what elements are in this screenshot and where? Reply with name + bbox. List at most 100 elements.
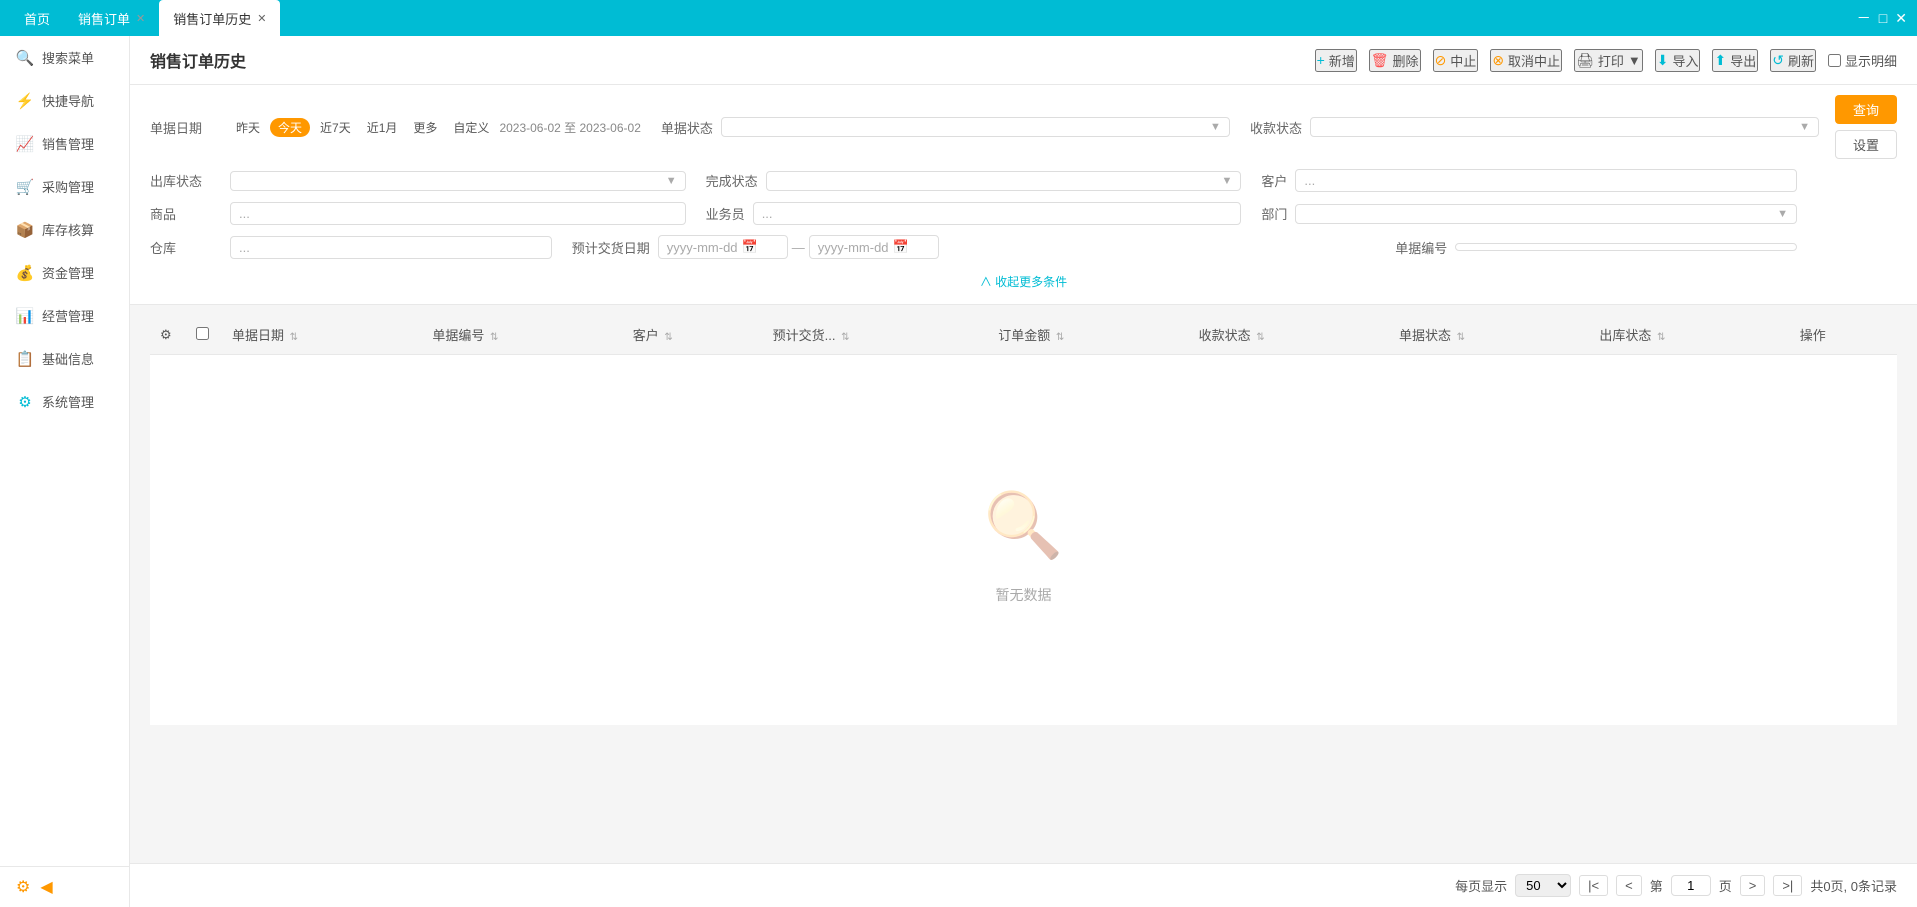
sidebar-label-basic-info: 基础信息 — [42, 349, 94, 368]
import-icon: ⬇ — [1657, 52, 1669, 69]
last7-btn[interactable]: 近7天 — [314, 118, 357, 137]
th-operation: 操作 — [1790, 315, 1897, 355]
page-size-select[interactable]: 50 20 100 — [1515, 874, 1571, 897]
th-out-status[interactable]: 出库状态 ⇅ — [1589, 315, 1789, 355]
tab-home[interactable]: 首页 — [10, 0, 64, 36]
sidebar-collapse-icon[interactable]: ◀ — [40, 877, 52, 897]
empty-text: 暂无数据 — [996, 585, 1052, 605]
out-status-select[interactable]: ▼ — [230, 171, 686, 191]
sidebar-settings-icon[interactable]: ⚙ — [16, 877, 30, 897]
page-number-input[interactable] — [1671, 875, 1711, 896]
add-icon: + — [1317, 52, 1325, 68]
th-settings[interactable]: ⚙ — [150, 315, 186, 355]
display-toggle[interactable]: 显示明细 — [1828, 51, 1897, 70]
th-voucher-status[interactable]: 单据状态 ⇅ — [1389, 315, 1589, 355]
receipt-status-select[interactable]: ▼ — [1310, 117, 1819, 137]
tab-sales-order-close[interactable]: ✕ — [136, 12, 145, 25]
display-checkbox[interactable] — [1828, 54, 1841, 67]
first-page-btn[interactable]: |< — [1579, 875, 1608, 896]
sidebar-item-finance[interactable]: 💰 资金管理 — [0, 251, 129, 294]
department-select[interactable]: ▼ — [1295, 204, 1797, 224]
warehouse-select[interactable]: ... — [230, 236, 552, 259]
filter-row-1: 单据日期 昨天 今天 近7天 近1月 更多 自定义 2023-06-02 至 2… — [150, 95, 1897, 159]
complete-status-arrow: ▼ — [1221, 175, 1232, 187]
export-button[interactable]: ⬆ 导出 — [1712, 49, 1758, 72]
add-label: 新增 — [1329, 51, 1355, 70]
sidebar-label-system-mgmt: 系统管理 — [42, 392, 94, 411]
sidebar-item-quick-nav[interactable]: ⚡ 快捷导航 — [0, 79, 129, 122]
sidebar-item-basic-info[interactable]: 📋 基础信息 — [0, 337, 129, 380]
page-label: 页 — [1719, 876, 1732, 895]
quick-nav-icon: ⚡ — [16, 92, 34, 110]
empty-state: 暂无数据 — [150, 415, 1897, 665]
cancel-stop-button[interactable]: ⊗ 取消中止 — [1490, 49, 1562, 72]
complete-status-select[interactable]: ▼ — [766, 171, 1242, 191]
next-page-btn[interactable]: > — [1740, 875, 1766, 896]
department-arrow: ▼ — [1777, 208, 1788, 220]
basic-info-icon: 📋 — [16, 350, 34, 368]
th-date[interactable]: 单据日期 ⇅ — [222, 315, 422, 355]
sort-out-icon: ⇅ — [1657, 332, 1665, 343]
sidebar-item-purchase-mgmt[interactable]: 🛒 采购管理 — [0, 165, 129, 208]
sidebar-item-operations[interactable]: 📊 经营管理 — [0, 294, 129, 337]
th-order-amount[interactable]: 订单金额 ⇅ — [988, 315, 1188, 355]
finance-icon: 💰 — [16, 264, 34, 282]
stop-button[interactable]: ⊘ 中止 — [1433, 49, 1479, 72]
export-icon: ⬆ — [1714, 52, 1726, 69]
salesperson-label: 业务员 — [706, 204, 745, 223]
date-shortcuts: 昨天 今天 近7天 近1月 更多 自定义 — [230, 118, 495, 137]
expected-date-label: 预计交货日期 — [572, 238, 650, 257]
goods-select[interactable]: ... — [230, 202, 686, 225]
query-button[interactable]: 查询 — [1835, 95, 1897, 124]
import-button[interactable]: ⬇ 导入 — [1655, 49, 1701, 72]
salesperson-select[interactable]: ... — [753, 202, 1242, 225]
last-month-btn[interactable]: 近1月 — [361, 118, 404, 137]
maximize-btn[interactable]: □ — [1879, 10, 1887, 26]
select-all-checkbox[interactable] — [196, 327, 209, 340]
collapse-bar[interactable]: ∧ 收起更多条件 — [150, 269, 1897, 294]
close-btn[interactable]: ✕ — [1895, 10, 1907, 27]
pagination: 每页显示 50 20 100 |< < 第 页 > >| 共0页, 0条记录 — [130, 863, 1917, 907]
more-btn[interactable]: 更多 — [407, 118, 443, 137]
th-expected-date-label: 预计交货... — [773, 328, 836, 343]
th-customer[interactable]: 客户 ⇅ — [623, 315, 763, 355]
date-range-display: 2023-06-02 至 2023-06-02 — [499, 119, 640, 136]
settings-button[interactable]: 设置 — [1835, 130, 1897, 159]
purchase-mgmt-icon: 🛒 — [16, 178, 34, 196]
tab-sales-order-history[interactable]: 销售订单历史 ✕ — [159, 0, 280, 36]
export-label: 导出 — [1730, 51, 1756, 70]
last-page-btn[interactable]: >| — [1773, 875, 1802, 896]
sidebar-item-system-mgmt[interactable]: ⚙ 系统管理 — [0, 380, 129, 423]
tab-sales-order[interactable]: 销售订单 ✕ — [64, 0, 159, 36]
add-button[interactable]: + 新增 — [1315, 49, 1357, 72]
date-separator: — — [792, 240, 805, 255]
cancel-icon: ⊗ — [1492, 52, 1504, 69]
th-receipt-status[interactable]: 收款状态 ⇅ — [1189, 315, 1389, 355]
customer-select[interactable]: ... — [1295, 169, 1797, 192]
prev-page-btn[interactable]: < — [1616, 875, 1642, 896]
sidebar-item-sales-mgmt[interactable]: 📈 销售管理 — [0, 122, 129, 165]
tab-sales-order-history-close[interactable]: ✕ — [257, 12, 266, 25]
page-header: 销售订单历史 + 新增 🗑 删除 ⊘ 中止 ⊗ — [130, 36, 1917, 85]
import-label: 导入 — [1672, 51, 1698, 70]
minimize-btn[interactable]: － — [1857, 8, 1871, 28]
expected-date-from[interactable]: yyyy-mm-dd 📅 — [658, 235, 788, 259]
delete-button[interactable]: 🗑 删除 — [1369, 49, 1421, 72]
sidebar-item-inventory[interactable]: 📦 库存核算 — [0, 208, 129, 251]
custom-btn[interactable]: 自定义 — [447, 118, 495, 137]
voucher-status-select[interactable]: ▼ — [721, 117, 1230, 137]
th-voucher-no[interactable]: 单据编号 ⇅ — [422, 315, 622, 355]
sort-voucher-status-icon: ⇅ — [1457, 332, 1465, 343]
voucher-no-input[interactable] — [1455, 243, 1797, 251]
th-expected-date[interactable]: 预计交货... ⇅ — [763, 315, 989, 355]
th-checkbox[interactable] — [186, 315, 222, 355]
voucher-status-arrow: ▼ — [1210, 121, 1221, 133]
yesterday-btn[interactable]: 昨天 — [230, 118, 266, 137]
expected-date-to[interactable]: yyyy-mm-dd 📅 — [809, 235, 939, 259]
sidebar-label-search-menu: 搜索菜单 — [42, 48, 94, 67]
refresh-button[interactable]: ↺ 刷新 — [1770, 49, 1816, 72]
sidebar-item-search-menu[interactable]: 🔍 搜索菜单 — [0, 36, 129, 79]
print-button[interactable]: 🖨 打印 ▼ — [1574, 49, 1643, 72]
goods-label: 商品 — [150, 204, 230, 223]
today-btn[interactable]: 今天 — [270, 118, 310, 137]
